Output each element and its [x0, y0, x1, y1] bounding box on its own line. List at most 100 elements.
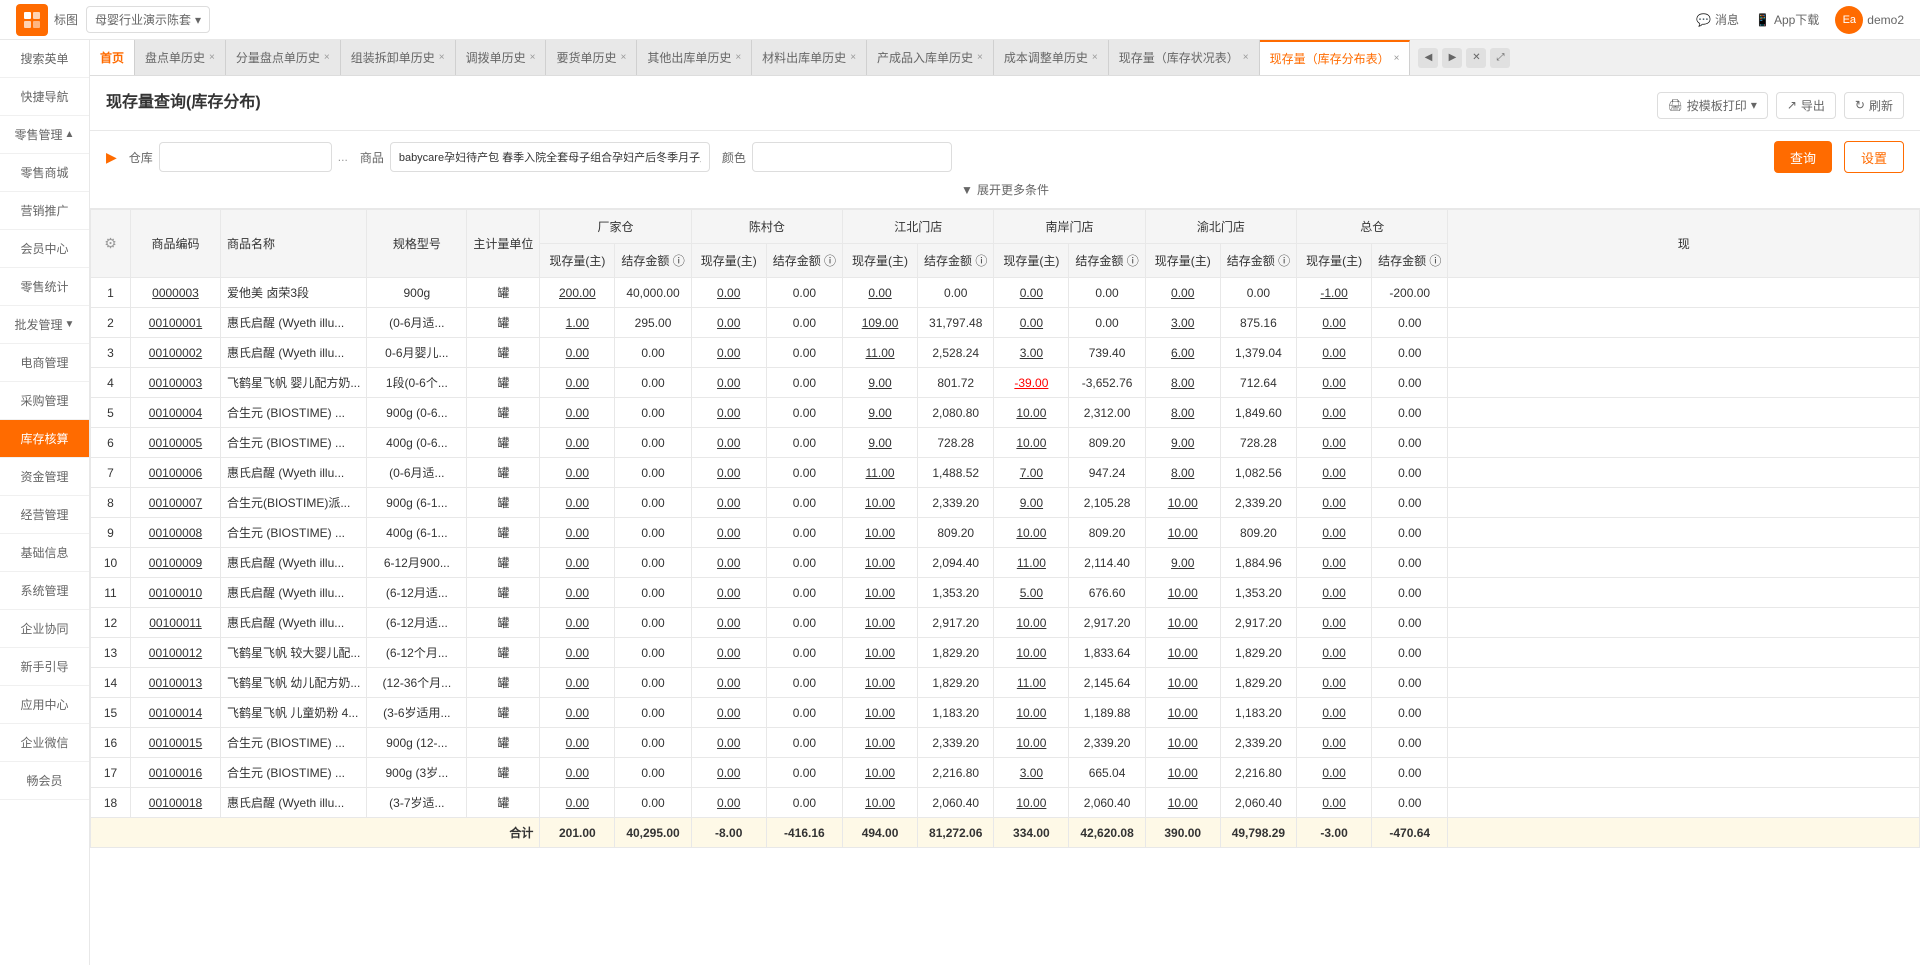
- tab-cost-adjust[interactable]: 成本调整单历史 ×: [994, 40, 1109, 76]
- tab-combo[interactable]: 组装拆卸单历史 ×: [341, 40, 456, 76]
- table-container: ⚙ 商品编码 商品名称 规格型号 主计量单位 厂家仓 陈村仓 江北门店 南岸门店…: [90, 209, 1920, 965]
- tab-stock-single[interactable]: 盘点单历史 ×: [135, 40, 226, 76]
- cell-current: [1448, 548, 1920, 578]
- sidebar-item-wholesale[interactable]: 批发管理 ▼: [0, 306, 89, 344]
- tab-cost-adjust-close[interactable]: ×: [1092, 52, 1098, 63]
- cell-cf-amt: 0.00: [615, 758, 691, 788]
- sidebar-item-quick-nav[interactable]: 快捷导航: [0, 78, 89, 116]
- tab-inventory-dist[interactable]: 现存量（库存分布表） ×: [1260, 40, 1411, 76]
- tab-material-out[interactable]: 材料出库单历史 ×: [752, 40, 867, 76]
- cell-cf-qty: 0.00: [540, 788, 615, 818]
- tab-product-in[interactable]: 产成品入库单历史 ×: [867, 40, 994, 76]
- color-input[interactable]: [752, 142, 952, 172]
- cell-jb-qty: 10.00: [843, 578, 918, 608]
- warehouse-ellipsis[interactable]: ...: [338, 150, 348, 164]
- export-button[interactable]: ↗ 导出: [1776, 92, 1836, 119]
- cell-cc-amt: 0.00: [766, 308, 842, 338]
- warehouse-input[interactable]: [159, 142, 332, 172]
- tab-combo-close[interactable]: ×: [439, 52, 445, 63]
- tab-next-btn[interactable]: ▶: [1442, 48, 1462, 68]
- tab-expand-btn[interactable]: ⤢: [1490, 48, 1510, 68]
- sidebar-item-enterprise[interactable]: 企业协同: [0, 610, 89, 648]
- sidebar-item-retail[interactable]: 零售管理 ▲: [0, 116, 89, 154]
- filter-collapse-icon[interactable]: ▶: [106, 149, 117, 166]
- page-actions: 🖨 按模板打印 ▾ ↗ 导出 ↻ 刷新: [1657, 92, 1904, 119]
- refresh-button[interactable]: ↻ 刷新: [1844, 92, 1904, 119]
- tab-sub-stock-close[interactable]: ×: [324, 52, 330, 63]
- tab-stock-single-label: 盘点单历史: [145, 49, 205, 66]
- tab-prev-btn[interactable]: ◀: [1418, 48, 1438, 68]
- sidebar-label-wholesale: 批发管理: [15, 316, 63, 333]
- sidebar-label-app-center: 应用中心: [20, 698, 68, 712]
- sidebar-item-system[interactable]: 系统管理: [0, 572, 89, 610]
- tab-material-out-close[interactable]: ×: [850, 52, 856, 63]
- sidebar-item-inventory[interactable]: 库存核算: [0, 420, 89, 458]
- app-download-action[interactable]: 📱 App下载: [1755, 11, 1819, 28]
- sidebar-item-retail-store[interactable]: 零售商城: [0, 154, 89, 192]
- cell-code: 00100004: [131, 398, 221, 428]
- cell-total-qty: 0.00: [1297, 398, 1372, 428]
- cell-cc-qty: 0.00: [691, 668, 766, 698]
- refresh-label: 刷新: [1869, 97, 1893, 114]
- sidebar-item-guide[interactable]: 新手引导: [0, 648, 89, 686]
- tab-other-out[interactable]: 其他出库单历史 ×: [637, 40, 752, 76]
- setting-button[interactable]: 设置: [1844, 141, 1904, 173]
- sidebar-item-basic[interactable]: 基础信息: [0, 534, 89, 572]
- message-action[interactable]: 💬 消息: [1696, 11, 1739, 28]
- sidebar-item-marketing[interactable]: 营销推广: [0, 192, 89, 230]
- cell-jb-amt: 2,917.20: [918, 608, 994, 638]
- cell-cf-amt: 295.00: [615, 308, 691, 338]
- tab-product-in-close[interactable]: ×: [977, 52, 983, 63]
- cell-seq: 16: [91, 728, 131, 758]
- settings-icon[interactable]: ⚙: [104, 235, 117, 251]
- sidebar-item-purchase[interactable]: 采购管理: [0, 382, 89, 420]
- industry-select[interactable]: 母婴行业演示陈套 ▾: [86, 6, 210, 33]
- cell-cc-amt: 0.00: [766, 758, 842, 788]
- goods-input[interactable]: [390, 142, 710, 172]
- tab-request[interactable]: 要货单历史 ×: [546, 40, 637, 76]
- table-row: 1 0000003 爱他美 卤荣3段 900g 罐 200.00 40,000.…: [91, 278, 1920, 308]
- sidebar-item-member[interactable]: 会员中心: [0, 230, 89, 268]
- cell-yb-amt: 2,339.20: [1220, 488, 1296, 518]
- print-button[interactable]: 🖨 按模板打印 ▾: [1657, 92, 1768, 119]
- sidebar-item-app-center[interactable]: 应用中心: [0, 686, 89, 724]
- cell-jb-qty: 0.00: [843, 278, 918, 308]
- tab-inventory-status[interactable]: 现存量（库存状况表） ×: [1109, 40, 1260, 76]
- sidebar: 搜索英单 快捷导航 零售管理 ▲ 零售商城 营销推广 会员中心 零售统计 批发管…: [0, 40, 90, 965]
- query-button[interactable]: 查询: [1774, 141, 1832, 173]
- th-code: 商品编码: [131, 210, 221, 278]
- tab-stock-single-close[interactable]: ×: [209, 52, 215, 63]
- user-action[interactable]: Ea demo2: [1835, 6, 1904, 34]
- cell-jb-qty: 10.00: [843, 668, 918, 698]
- sidebar-item-membership[interactable]: 畅会员: [0, 762, 89, 800]
- cell-na-amt: 2,312.00: [1069, 398, 1145, 428]
- expand-conditions[interactable]: ▼ 展开更多条件: [961, 181, 1049, 198]
- tab-home[interactable]: 首页: [90, 40, 135, 76]
- tab-inventory-dist-close[interactable]: ×: [1394, 53, 1400, 64]
- tab-close-all-btn[interactable]: ✕: [1466, 48, 1486, 68]
- cell-na-qty: 10.00: [994, 608, 1069, 638]
- cell-na-qty: 10.00: [994, 698, 1069, 728]
- tab-request-close[interactable]: ×: [620, 52, 626, 63]
- sidebar-item-finance[interactable]: 资金管理: [0, 458, 89, 496]
- logo-text: 标图: [54, 11, 78, 28]
- cell-name: 惠氏启醒 (Wyeth illu...: [221, 548, 367, 578]
- tab-inventory-status-close[interactable]: ×: [1243, 52, 1249, 63]
- th-cc-amt: 结存金额 ⓘ: [766, 244, 842, 278]
- tab-other-out-close[interactable]: ×: [735, 52, 741, 63]
- cell-cc-amt: 0.00: [766, 398, 842, 428]
- cell-total-amt: 0.00: [1372, 698, 1448, 728]
- tab-transfer[interactable]: 调拨单历史 ×: [456, 40, 547, 76]
- sidebar-item-retail-stats[interactable]: 零售统计: [0, 268, 89, 306]
- cell-name: 惠氏启醒 (Wyeth illu...: [221, 458, 367, 488]
- cell-cc-amt: 0.00: [766, 668, 842, 698]
- sidebar-item-search[interactable]: 搜索英单: [0, 40, 89, 78]
- cell-jb-qty: 10.00: [843, 548, 918, 578]
- cell-jb-qty: 9.00: [843, 398, 918, 428]
- sidebar-item-ecommerce[interactable]: 电商管理: [0, 344, 89, 382]
- sidebar-item-weixin[interactable]: 企业微信: [0, 724, 89, 762]
- tab-sub-stock[interactable]: 分量盘点单历史 ×: [226, 40, 341, 76]
- sidebar-item-business[interactable]: 经营管理: [0, 496, 89, 534]
- tab-transfer-close[interactable]: ×: [530, 52, 536, 63]
- cell-cf-amt: 0.00: [615, 608, 691, 638]
